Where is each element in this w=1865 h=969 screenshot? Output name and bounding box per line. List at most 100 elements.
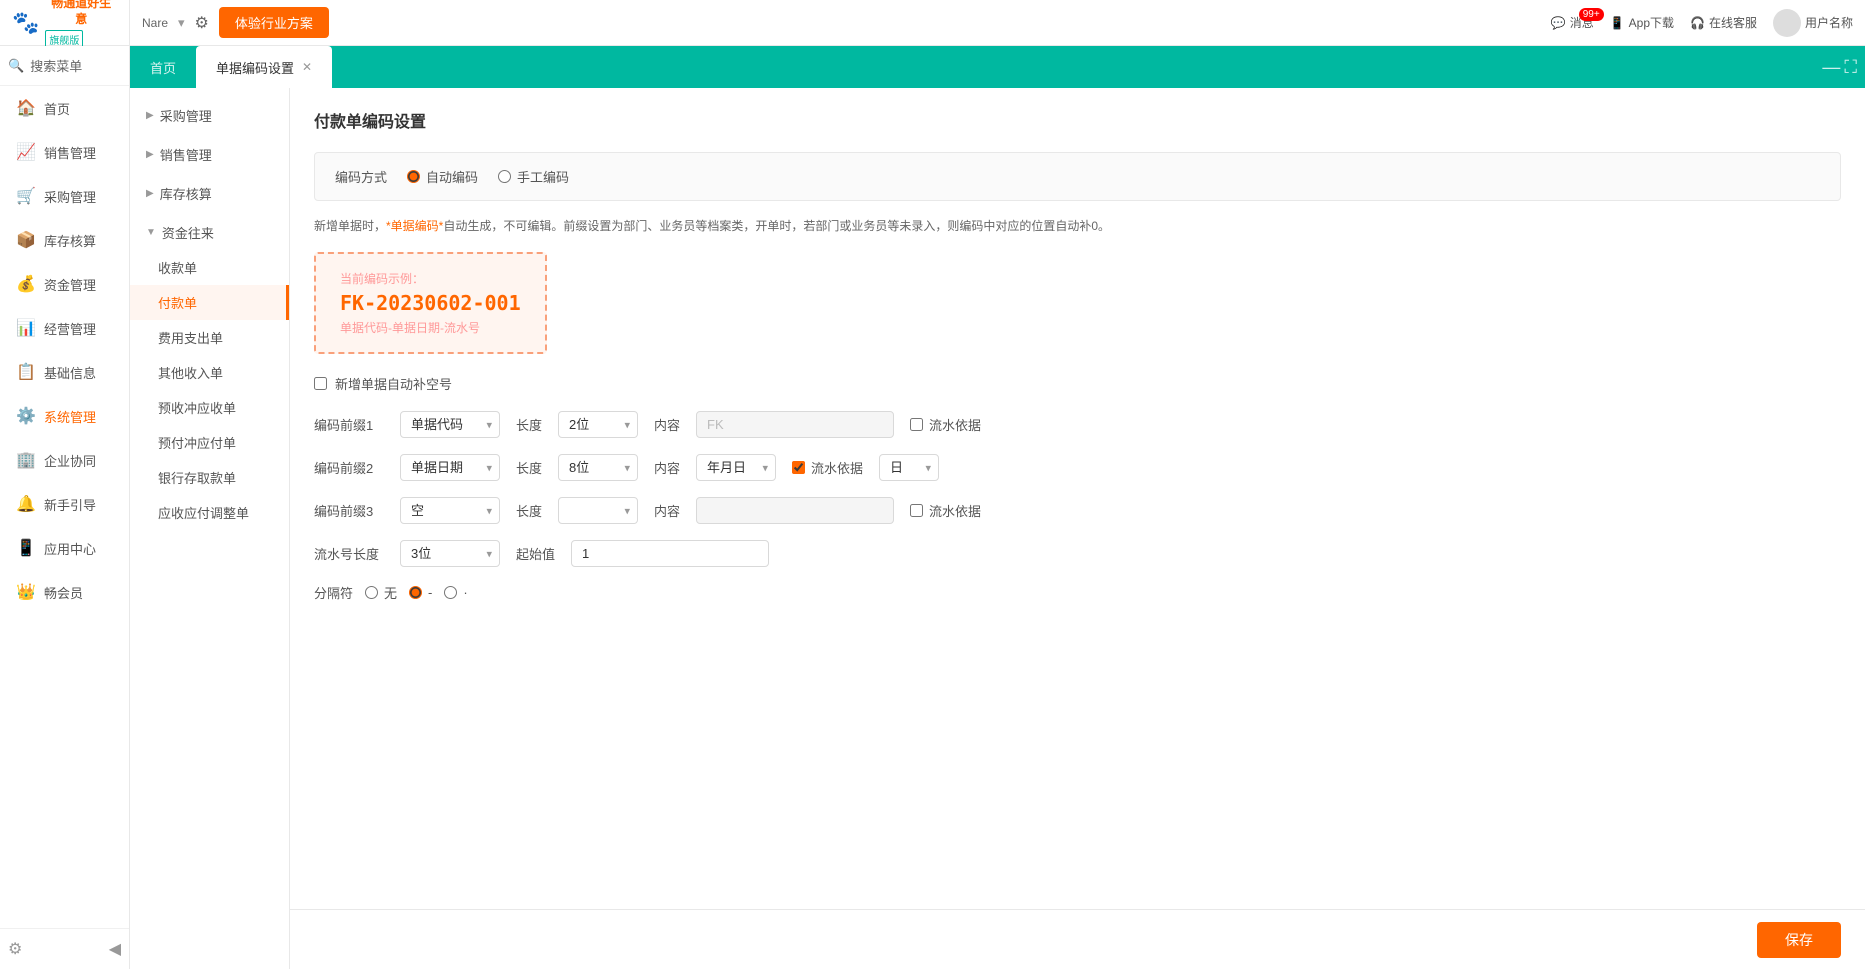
sidebar-item-member[interactable]: 👑 畅会员 [0,570,129,614]
sub-nav-item-other-income[interactable]: 其他收入单 [130,355,289,390]
prefix3-select[interactable]: 空 [400,497,500,524]
prefix3-serial-checkbox[interactable] [910,504,923,517]
sep-none-label[interactable]: 无 [365,583,397,602]
sub-nav-item-payment[interactable]: 付款单 [130,285,289,320]
dropdown-arrow-icon[interactable]: ▾ [178,15,185,31]
sub-nav-item-prepay-payable[interactable]: 预付冲应付单 [130,425,289,460]
message-icon: 💬 [1551,16,1566,30]
prefix2-length-select[interactable]: 8位 [558,454,638,481]
sidebar-search[interactable]: 🔍 搜索菜单 [0,46,129,86]
prefix1-length-select[interactable]: 2位 [558,411,638,438]
sep-dot-radio[interactable] [444,586,457,599]
sidebar-collapse-icon[interactable]: ◀ [109,939,121,959]
prefix3-content-label: 内容 [654,501,680,520]
sidebar-item-operation[interactable]: 📊 经营管理 [0,306,129,350]
sidebar-item-finance[interactable]: 💰 资金管理 [0,262,129,306]
sub-nav-inventory-title[interactable]: ▶ 库存核算 [130,176,289,211]
prefix2-cycle-wrapper: 日 [879,454,939,481]
user-avatar[interactable]: 用户名称 [1773,9,1853,37]
download-icon: 📱 [1610,16,1625,30]
sep-dot-label[interactable]: · [444,585,467,600]
app-download-item[interactable]: 📱 App下载 [1610,14,1674,31]
prefix3-length-select[interactable] [558,497,638,524]
sub-nav-item-expense[interactable]: 费用支出单 [130,320,289,355]
save-button[interactable]: 保存 [1757,922,1841,958]
radio-auto[interactable] [407,170,420,183]
sidebar-item-label: 销售管理 [44,143,96,162]
chevron-right-icon: ▶ [146,110,154,121]
sidebar-gear-icon[interactable]: ⚙ [8,939,22,959]
sep-dash-text: - [428,585,432,600]
prefix3-label: 编码前缀3 [314,501,384,520]
sep-none-radio[interactable] [365,586,378,599]
message-icon-item[interactable]: 💬 消息 99+ [1551,14,1594,31]
sub-nav-item-receipt[interactable]: 收款单 [130,250,289,285]
sep-dash-label[interactable]: - [409,585,432,600]
sidebar-item-label: 应用中心 [44,539,96,558]
prefix1-select[interactable]: 单据代码 [400,411,500,438]
apps-icon: 📱 [16,538,36,558]
sub-nav-finance-title[interactable]: ▼ 资金往来 [130,215,289,250]
sidebar-bottom: ⚙ ◀ [0,928,129,969]
serial-length-select[interactable]: 3位 [400,540,500,567]
sidebar: 🔍 搜索菜单 🏠 首页 📈 销售管理 🛒 采购管理 📦 库存核算 💰 [0,46,130,969]
prefix2-select[interactable]: 单据日期 [400,454,500,481]
sidebar-item-enterprise[interactable]: 🏢 企业协同 [0,438,129,482]
sub-nav-item-bank-deposit[interactable]: 银行存取款单 [130,460,289,495]
radio-manual-label[interactable]: 手工编码 [498,167,569,186]
sidebar-item-label: 畅会员 [44,583,83,602]
trial-button[interactable]: 体验行业方案 [219,7,329,38]
message-badge: 99+ [1579,8,1604,21]
sub-nav-item-prepay-receivable[interactable]: 预收冲应收单 [130,390,289,425]
inventory-icon: 📦 [16,230,36,250]
sidebar-item-inventory[interactable]: 📦 库存核算 [0,218,129,262]
preview-label: 当前编码示例： [340,270,521,287]
tab-maximize-button[interactable]: ⛶ [1844,57,1857,78]
online-service-item[interactable]: 🎧 在线客服 [1690,14,1757,31]
sidebar-item-purchase[interactable]: 🛒 采购管理 [0,174,129,218]
avatar-image [1773,9,1801,37]
radio-auto-text: 自动编码 [426,167,478,186]
auto-fill-row[interactable]: 新增单据自动补空号 [314,374,1841,393]
serial-start-input[interactable] [571,540,769,567]
sidebar-item-apps[interactable]: 📱 应用中心 [0,526,129,570]
prefix1-serial-checkbox[interactable] [910,418,923,431]
sub-nav-purchase-title[interactable]: ▶ 采购管理 [130,98,289,133]
sidebar-item-label: 企业协同 [44,451,96,470]
tab-serial-setting[interactable]: 单据编码设置 ✕ [196,46,332,88]
prefix1-length-wrapper: 2位 [558,411,638,438]
sub-nav-inventory-label: 库存核算 [160,184,212,203]
auto-fill-checkbox[interactable] [314,377,327,390]
prefix1-content-label: 内容 [654,415,680,434]
sidebar-item-home[interactable]: 🏠 首页 [0,86,129,130]
prefix2-serial-checkbox[interactable] [792,461,805,474]
prefix2-select-wrapper: 单据日期 [400,454,500,481]
bottom-bar: 保存 [290,909,1865,969]
radio-manual[interactable] [498,170,511,183]
tab-close-icon[interactable]: ✕ [302,60,312,74]
prefix1-serial-check: 流水依据 [910,415,981,434]
settings-icon[interactable]: ⚙ [195,13,209,33]
tab-bar-actions: — ⛶ [1822,57,1865,78]
sidebar-item-basic[interactable]: 📋 基础信息 [0,350,129,394]
tab-minimize-button[interactable]: — [1822,57,1840,78]
prefix1-length-label: 长度 [516,415,542,434]
prefix2-serial-label: 流水依据 [811,458,863,477]
sidebar-item-sales[interactable]: 📈 销售管理 [0,130,129,174]
sidebar-item-guide[interactable]: 🔔 新手引导 [0,482,129,526]
radio-auto-label[interactable]: 自动编码 [407,167,478,186]
page-title: 付款单编码设置 [314,108,1841,132]
prefix2-cycle-select[interactable]: 日 [879,454,939,481]
tab-home[interactable]: 首页 [130,46,196,88]
logo-text: 畅通道好生意 [45,0,117,28]
sidebar-item-system[interactable]: ⚙️ 系统管理 [0,394,129,438]
sub-nav-item-ap-adjust[interactable]: 应收应付调整单 [130,495,289,530]
sub-nav: ▶ 采购管理 ▶ 销售管理 ▶ 库存核算 [130,88,290,969]
guide-icon: 🔔 [16,494,36,514]
sub-nav-sales-title[interactable]: ▶ 销售管理 [130,137,289,172]
sep-dash-radio[interactable] [409,586,422,599]
serial-length-row: 流水号长度 3位 起始值 [314,540,1841,567]
sub-nav-purchase-label: 采购管理 [160,106,212,125]
prefix3-length-wrapper [558,497,638,524]
prefix2-content-select[interactable]: 年月日 [696,454,776,481]
